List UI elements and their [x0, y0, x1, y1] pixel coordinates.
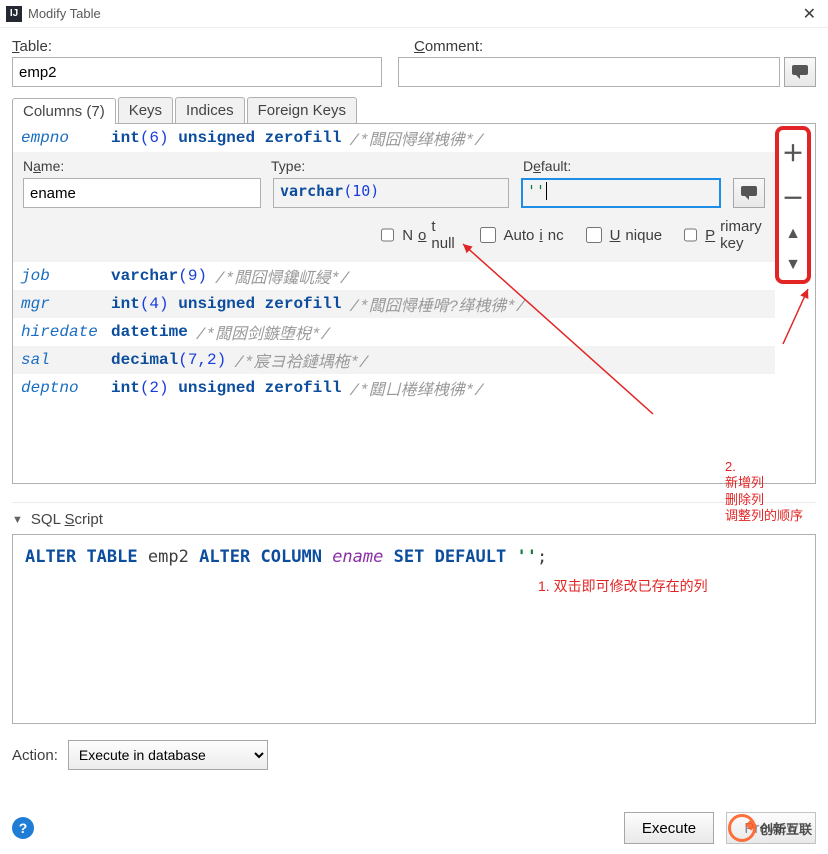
tab-keys[interactable]: Keys — [118, 97, 173, 123]
editor-type-label: Type: — [271, 158, 305, 174]
help-icon[interactable]: ? — [12, 817, 34, 839]
column-default-input[interactable]: '' — [521, 178, 721, 208]
table-name-input[interactable] — [12, 57, 382, 87]
not-null-checkbox[interactable]: Not null — [377, 218, 458, 252]
comment-expand-button[interactable] — [784, 57, 816, 87]
default-expand-button[interactable] — [733, 178, 765, 208]
tab-foreign-keys[interactable]: Foreign Keys — [247, 97, 357, 123]
column-type-input[interactable]: varchar(10) — [273, 178, 509, 208]
column-row[interactable]: hiredate datetime /*闆囦剑鏃堕棿*/ — [13, 318, 775, 346]
sql-script-label: SQL Script — [31, 511, 103, 528]
editor-name-label: Name: — [23, 158, 64, 174]
action-label: Action: — [12, 747, 58, 764]
column-row[interactable]: sal decimal(7,2) /*宸ヨ祫鏈堣柂*/ — [13, 346, 775, 374]
table-label: Table: — [12, 38, 52, 55]
unique-checkbox[interactable]: Unique — [582, 218, 663, 252]
close-icon[interactable]: ✕ — [797, 4, 822, 24]
comment-label: Comment: — [414, 38, 483, 55]
app-icon: IJ — [6, 6, 22, 22]
column-row[interactable]: job varchar(9) /*闆囧憳鑱屼綅*/ — [13, 262, 775, 290]
primary-key-checkbox[interactable]: Primary key — [680, 218, 765, 252]
add-column-icon[interactable]: ＋ — [779, 136, 807, 168]
window-title: Modify Table — [28, 6, 101, 21]
editor-default-label: Default: — [523, 158, 571, 174]
remove-column-icon[interactable]: － — [779, 181, 807, 213]
column-row[interactable]: empno int(6) unsigned zerofill /*闆囧憳缂栧彿*… — [13, 124, 775, 152]
execute-button[interactable]: Execute — [624, 812, 714, 844]
watermark-logo: 创新互联 — [728, 808, 828, 848]
column-row[interactable]: mgr int(4) unsigned zerofill /*闆囧憳棰嗗?缂栧彿… — [13, 290, 775, 318]
tab-columns[interactable]: Columns (7) — [12, 98, 116, 124]
annotation-side: 2. 新增列 删除列 调整列的顺序 — [725, 459, 807, 524]
column-row[interactable]: deptno int(2) unsigned zerofill /*閮ㄩ棬缂栧彿… — [13, 374, 775, 402]
auto-inc-checkbox[interactable]: Auto inc — [476, 218, 564, 252]
column-name-input[interactable] — [23, 178, 261, 208]
sql-collapse-icon[interactable]: ▼ — [12, 514, 23, 526]
tab-indices[interactable]: Indices — [175, 97, 245, 123]
sql-script-box[interactable]: ALTER TABLE emp2 ALTER COLUMN ename SET … — [12, 534, 816, 724]
move-down-icon[interactable]: ▼ — [779, 256, 807, 274]
move-up-icon[interactable]: ▲ — [779, 225, 807, 243]
action-select[interactable]: Execute in database — [68, 740, 268, 770]
comment-input[interactable] — [398, 57, 780, 87]
